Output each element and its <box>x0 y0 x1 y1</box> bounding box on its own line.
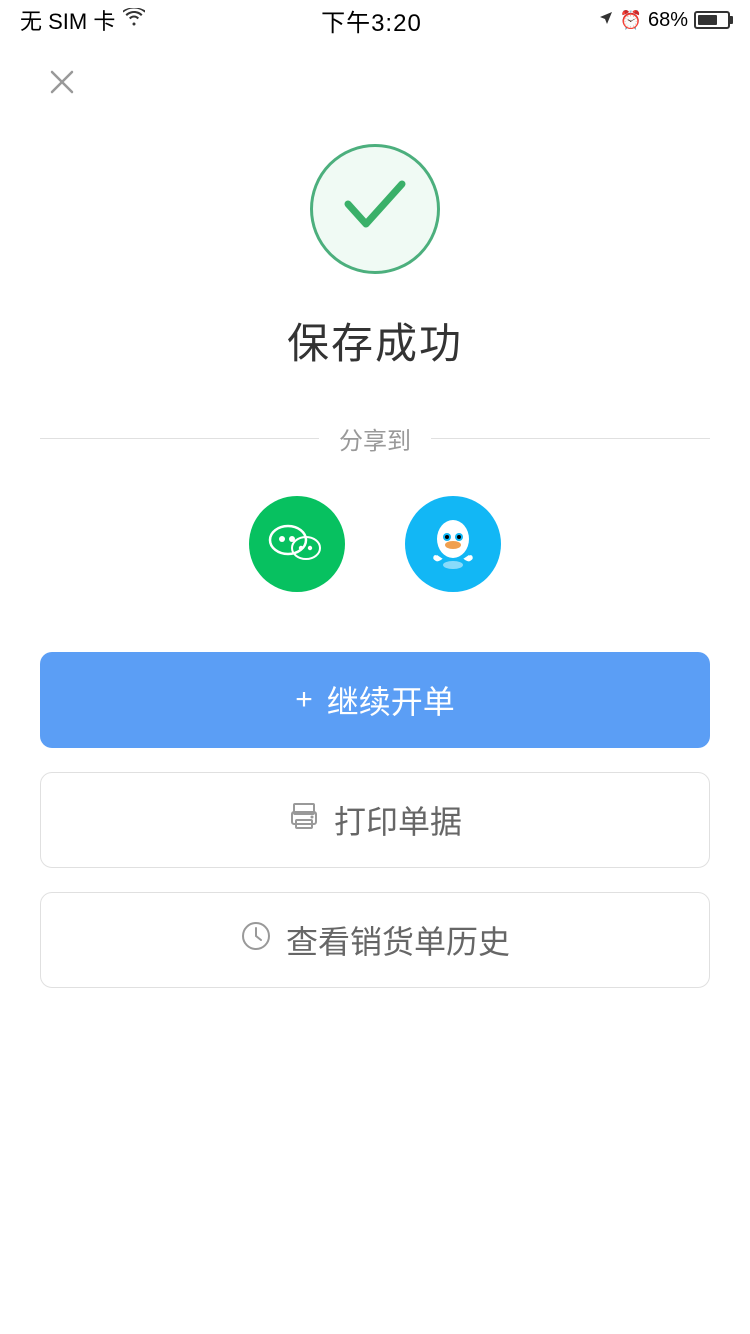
location-icon <box>598 9 614 32</box>
success-circle <box>310 144 440 274</box>
share-line-right <box>431 438 710 439</box>
alarm-icon: ⏰ <box>620 10 642 31</box>
qq-share-button[interactable] <box>405 496 501 592</box>
print-receipt-label: 打印单据 <box>334 797 462 843</box>
main-content: 保存成功 分享到 <box>0 40 750 1334</box>
close-button-container <box>40 60 710 104</box>
sim-label: 无 SIM 卡 <box>20 4 115 36</box>
success-title: 保存成功 <box>287 310 463 371</box>
plus-icon: + <box>295 683 313 717</box>
wifi-icon <box>123 8 145 32</box>
continue-order-label: 继续开单 <box>327 677 455 723</box>
status-bar: 无 SIM 卡 下午3:20 ⏰ 68% <box>0 0 750 40</box>
time-display: 下午3:20 <box>321 3 422 38</box>
share-icons <box>249 496 501 592</box>
print-receipt-button[interactable]: 打印单据 <box>40 772 710 868</box>
status-left: 无 SIM 卡 <box>20 4 145 36</box>
checkmark-icon <box>340 174 410 244</box>
wechat-share-button[interactable] <box>249 496 345 592</box>
action-buttons: + 继续开单 打印单据 查看销货单历史 <box>40 652 710 988</box>
view-history-button[interactable]: 查看销货单历史 <box>40 892 710 988</box>
share-label: 分享到 <box>339 421 411 456</box>
printer-icon <box>288 802 320 838</box>
view-history-label: 查看销货单历史 <box>286 917 510 963</box>
continue-order-button[interactable]: + 继续开单 <box>40 652 710 748</box>
status-right: ⏰ 68% <box>598 9 730 32</box>
share-line-left <box>40 438 319 439</box>
battery-icon <box>694 11 730 29</box>
share-divider: 分享到 <box>40 421 710 456</box>
close-button[interactable] <box>40 60 84 104</box>
history-icon <box>240 920 272 960</box>
battery-percent: 68% <box>648 9 688 32</box>
